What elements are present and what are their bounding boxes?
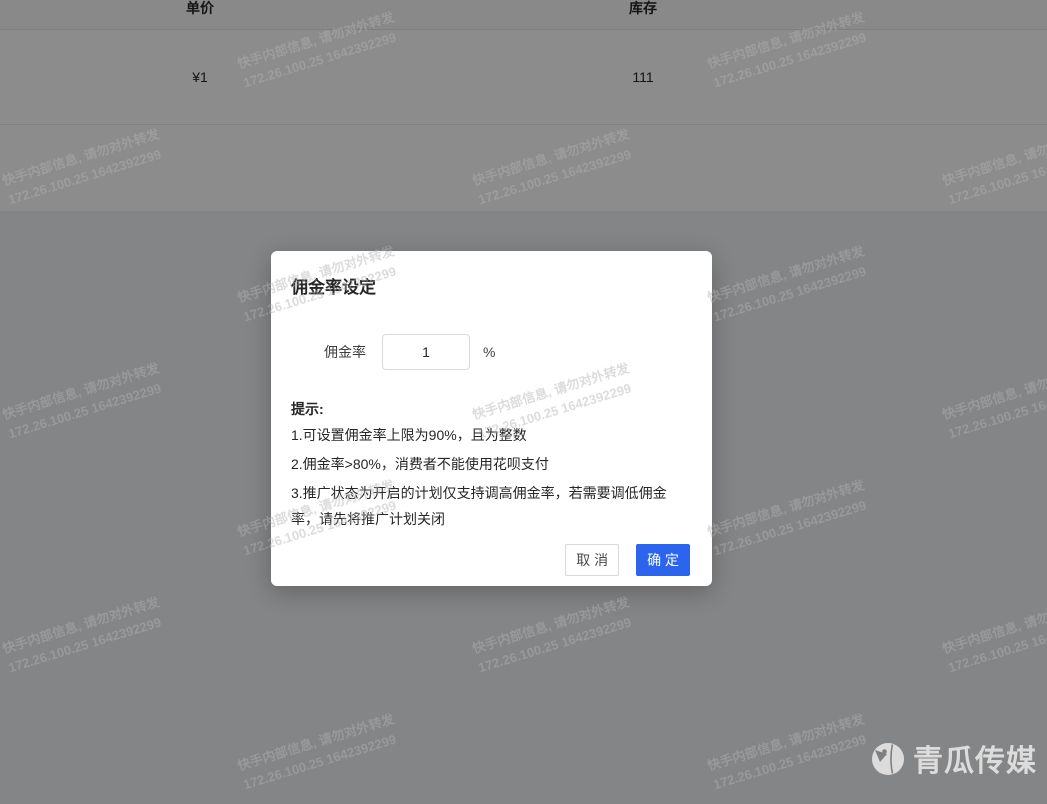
qinggua-logo-text: 青瓜传媒 — [913, 744, 1037, 778]
commission-rate-label: 佣金率 — [324, 344, 366, 360]
percent-suffix: % — [483, 344, 496, 360]
tip-item-2: 2.佣金率>80%，消费者不能使用花呗支付 — [291, 456, 549, 472]
commission-rate-input[interactable] — [382, 334, 470, 370]
commission-rate-modal: 佣金率设定 佣金率 % 提示: 1.可设置佣金率上限为90%，且为整数 2.佣金… — [271, 251, 712, 586]
qinggua-media-logo: 青瓜传媒 — [870, 741, 1037, 782]
screen: 单价 库存 ¥1 111 佣金率设定 佣金率 % 提示: 1.可设置佣金率上限为… — [0, 0, 1047, 804]
commission-rate-form-row: 佣金率 % — [291, 334, 692, 370]
modal-footer: 取 消 确 定 — [291, 544, 690, 576]
tip-item-1: 1.可设置佣金率上限为90%，且为整数 — [291, 427, 527, 443]
confirm-button[interactable]: 确 定 — [636, 544, 690, 576]
modal-title: 佣金率设定 — [291, 278, 376, 297]
tips-title: 提示: — [291, 401, 324, 417]
qinggua-melon-icon — [870, 741, 906, 782]
tip-item-3: 3.推广状态为开启的计划仅支持调高佣金率，若需要调低佣金率，请先将推广计划关闭 — [291, 485, 667, 527]
cancel-button[interactable]: 取 消 — [565, 544, 620, 576]
